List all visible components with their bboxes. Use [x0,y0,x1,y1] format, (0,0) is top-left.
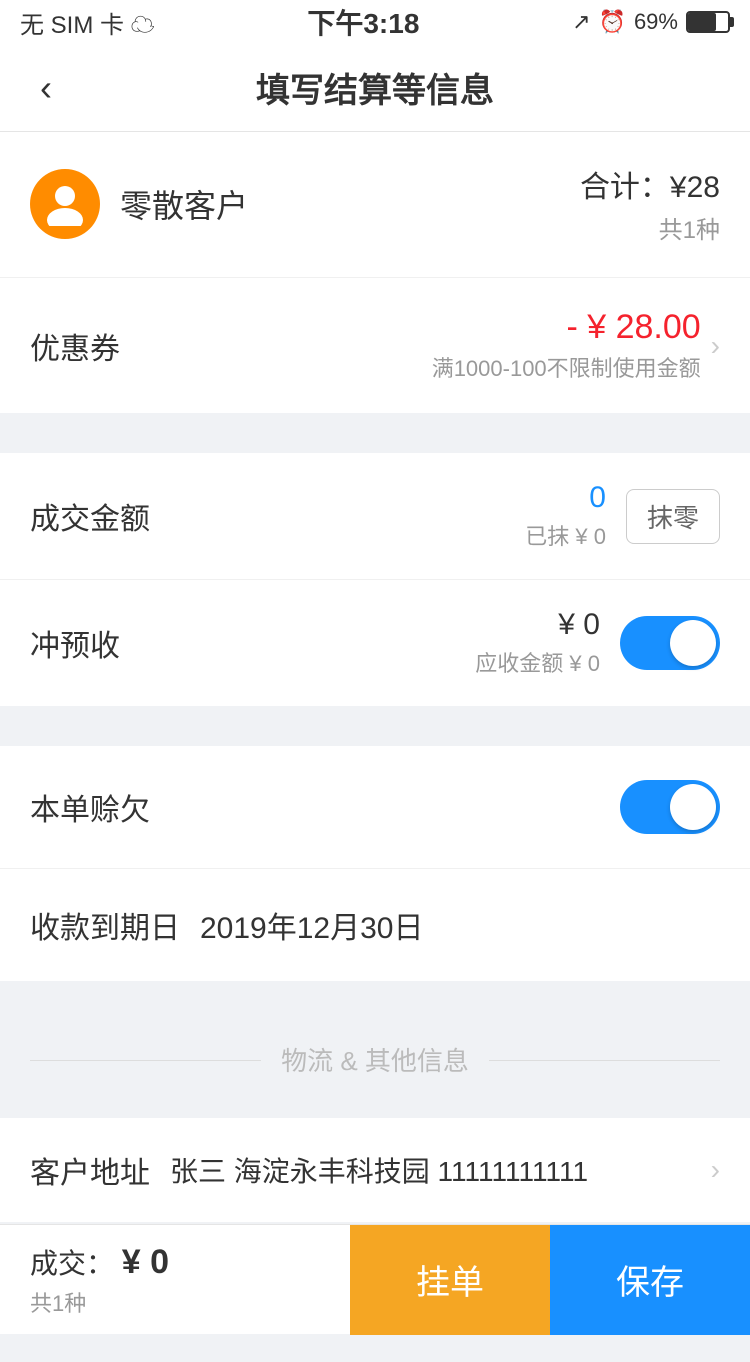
debt-label: 本单赊欠 [30,785,150,829]
prepay-amount: ¥ 0 [475,608,600,642]
debt-section: 本单赊欠 收款到期日 2019年12月30日 [0,746,750,981]
total-count: 共1种 [580,210,720,245]
alarm-icon: ⏰ [599,9,626,35]
coupon-amount: - ¥ 28.00 [566,308,700,347]
debt-toggle-thumb [670,784,716,830]
due-date-label: 收款到期日 [30,903,180,947]
section-divider-1 [0,433,750,453]
coupon-info: - ¥ 28.00 满1000-100不限制使用金额 [432,308,701,383]
debt-row: 本单赊欠 [0,746,750,869]
customer-left: 零散客户 [30,169,248,239]
customer-summary: 合计：¥28 共1种 [580,162,720,245]
bottom-deal-row: 成交： ¥ 0 [30,1242,320,1282]
due-date-value: 2019年12月30日 [200,903,423,947]
address-label: 客户地址 [30,1148,150,1192]
location-icon: ↗ [572,9,590,35]
bottom-deal-info: 成交： ¥ 0 共1种 [0,1242,350,1318]
bottom-deal-label: 成交： [30,1248,114,1279]
chevron-right-icon: › [711,330,720,362]
bottom-bar: 成交： ¥ 0 共1种 挂单 保存 [0,1224,750,1334]
prepay-right: ¥ 0 应收金额 ¥ 0 [475,608,720,678]
prepay-receivable: 应收金额 ¥ 0 [475,646,600,678]
battery-icon [686,11,730,33]
status-left: 无 SIM 卡 ☁ [20,5,155,40]
status-time: 下午3:18 [307,2,419,42]
logistics-title: 物流 & 其他信息 [261,1041,489,1078]
transaction-amount-value: 0 [525,481,606,515]
debt-toggle[interactable] [620,780,720,834]
prepay-values: ¥ 0 应收金额 ¥ 0 [475,608,600,678]
customer-card: 零散客户 合计：¥28 共1种 优惠券 - ¥ 28.00 满1000-100不… [0,132,750,413]
already-rounded: 已抹 ¥ 0 [525,519,606,551]
transaction-section: 成交金额 0 已抹 ¥ 0 抹零 冲预收 ¥ 0 应收金额 ¥ 0 [0,453,750,706]
customer-row: 零散客户 合计：¥28 共1种 [0,132,750,275]
user-avatar-icon [43,182,87,226]
prepay-row: 冲预收 ¥ 0 应收金额 ¥ 0 [0,580,750,706]
avatar [30,169,100,239]
bottom-count: 共1种 [30,1286,320,1318]
coupon-desc: 满1000-100不限制使用金额 [432,351,701,383]
status-right: ↗ ⏰ 69% [572,9,730,35]
prepay-label: 冲预收 [30,621,120,665]
address-row[interactable]: 客户地址 张三 海淀永丰科技园 11111111111 › [0,1118,750,1222]
transaction-amount-label: 成交金额 [30,494,150,538]
section-divider-2 [0,726,750,746]
transaction-amount-right: 0 已抹 ¥ 0 抹零 [525,481,720,551]
due-date-row: 收款到期日 2019年12月30日 [0,869,750,981]
section-divider-3 [0,1001,750,1021]
back-button[interactable]: ‹ [30,57,62,119]
address-section: 客户地址 张三 海淀永丰科技园 11111111111 › [0,1118,750,1222]
page-title: 填写结算等信息 [256,63,494,112]
signal-text: 无 SIM 卡 ☁ [20,5,155,40]
address-left: 客户地址 张三 海淀永丰科技园 11111111111 [30,1148,588,1192]
logistics-header: 物流 & 其他信息 [0,1021,750,1098]
nav-bar: ‹ 填写结算等信息 [0,44,750,132]
round-zero-button[interactable]: 抹零 [626,489,720,544]
pending-button[interactable]: 挂单 [350,1225,550,1335]
status-bar: 无 SIM 卡 ☁ 下午3:18 ↗ ⏰ 69% [0,0,750,44]
main-content: 零散客户 合计：¥28 共1种 优惠券 - ¥ 28.00 满1000-100不… [0,132,750,1362]
toggle-thumb [670,620,716,666]
coupon-row[interactable]: 优惠券 - ¥ 28.00 满1000-100不限制使用金额 › [0,277,750,413]
customer-name: 零散客户 [120,181,248,227]
address-chevron-icon: › [711,1154,720,1186]
battery-percent: 69% [634,9,678,35]
save-button[interactable]: 保存 [550,1225,750,1335]
total-amount: 合计：¥28 [580,162,720,206]
coupon-right: - ¥ 28.00 满1000-100不限制使用金额 › [432,308,720,383]
address-value: 张三 海淀永丰科技园 11111111111 [170,1150,588,1190]
coupon-label: 优惠券 [30,324,120,368]
section-divider-4 [0,1098,750,1118]
prepay-toggle[interactable] [620,616,720,670]
transaction-amount-row: 成交金额 0 已抹 ¥ 0 抹零 [0,453,750,580]
transaction-amount-group: 0 已抹 ¥ 0 [525,481,606,551]
bottom-deal-amount: ¥ 0 [122,1243,169,1281]
